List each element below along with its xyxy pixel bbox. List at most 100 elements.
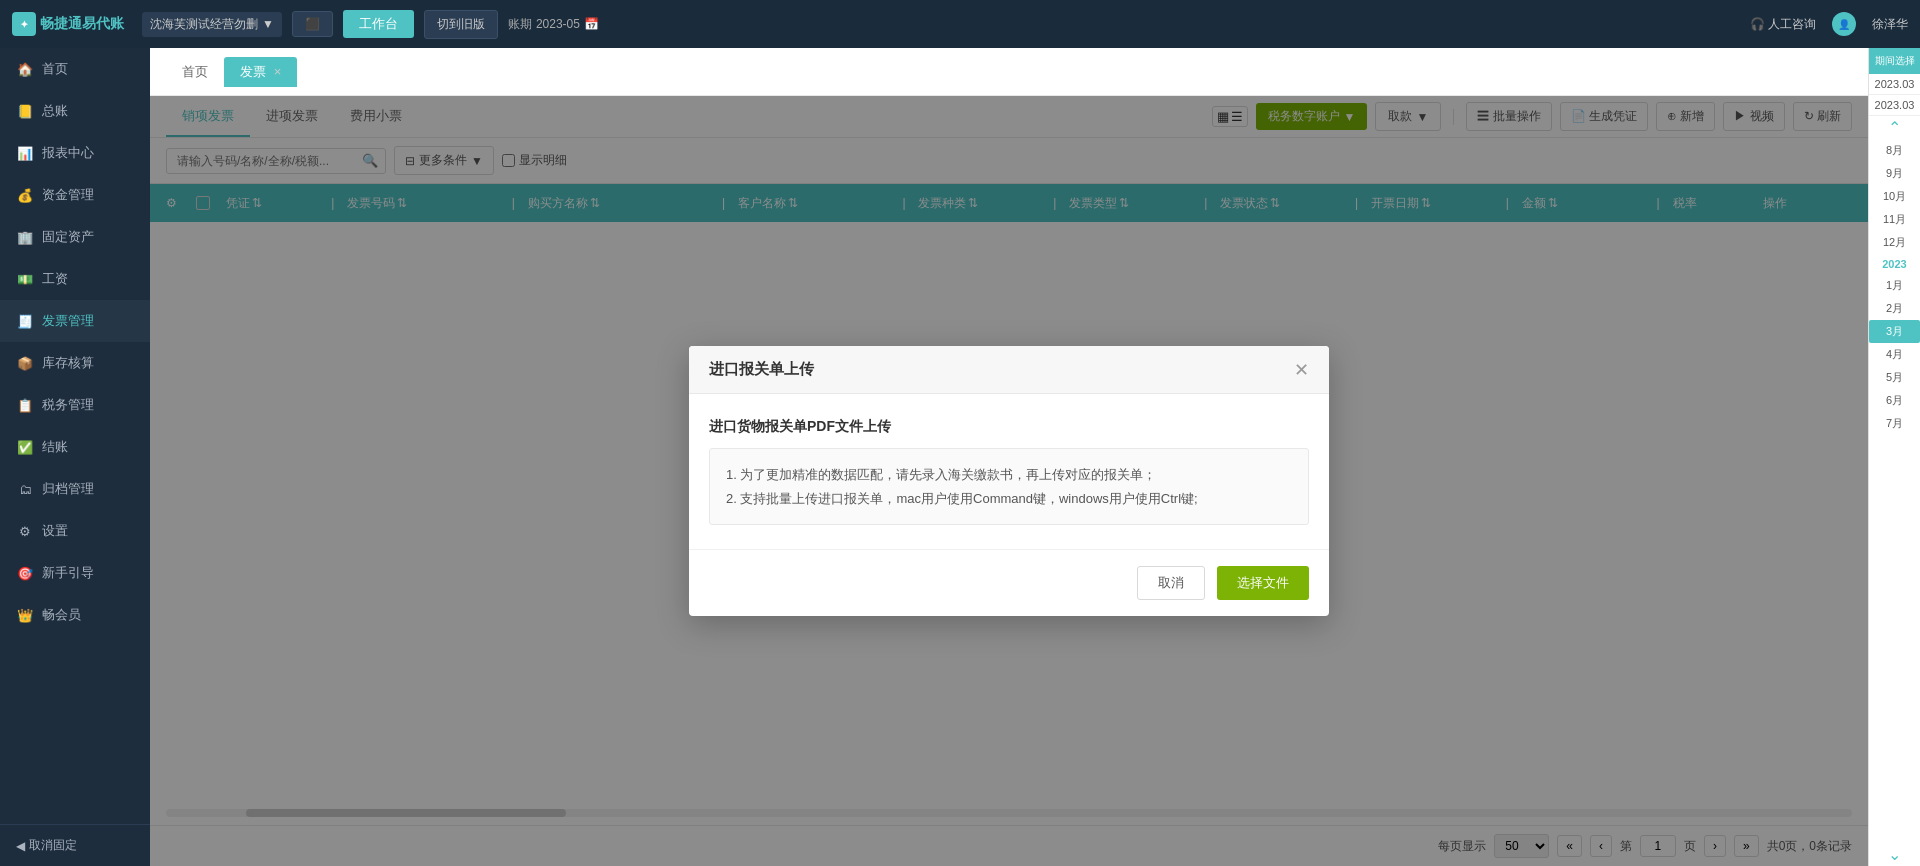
sidebar-item-inventory[interactable]: 📦 库存核算 (0, 342, 150, 384)
sidebar-item-ledger[interactable]: 📒 总账 (0, 90, 150, 132)
sidebar-label-home: 首页 (42, 60, 68, 78)
sidebar-label-assets: 固定资产 (42, 228, 94, 246)
invoice-icon: 🧾 (16, 312, 34, 330)
period-2023-03-top[interactable]: 2023.03 (1869, 74, 1920, 95)
ledger-icon: 📒 (16, 102, 34, 120)
content-header: 首页 发票 × (150, 48, 1868, 96)
month-4[interactable]: 4月 (1869, 343, 1920, 366)
sidebar-item-home[interactable]: 🏠 首页 (0, 48, 150, 90)
year-2023[interactable]: 2023 (1869, 254, 1920, 274)
assets-icon: 🏢 (16, 228, 34, 246)
sidebar-item-guide[interactable]: 🎯 新手引导 (0, 552, 150, 594)
sidebar-item-settings[interactable]: ⚙ 设置 (0, 510, 150, 552)
sidebar-label-member: 畅会员 (42, 606, 81, 624)
import-customs-modal: 进口报关单上传 ✕ 进口货物报关单PDF文件上传 1. 为了更加精准的数据匹配，… (689, 346, 1329, 616)
payroll-icon: 💵 (16, 270, 34, 288)
modal-info-item-1: 1. 为了更加精准的数据匹配，请先录入海关缴款书，再上传对应的报关单； (726, 463, 1292, 486)
modal-close-button[interactable]: ✕ (1294, 361, 1309, 379)
month-3-active[interactable]: 3月 (1869, 320, 1920, 343)
app-name: 畅捷通易代账 (40, 15, 124, 33)
top-bar: ✦ 畅捷通易代账 沈海芙测试经营勿删 ▼ ⬛ 工作台 切到旧版 账期 2023-… (0, 0, 1920, 48)
sidebar-label-payroll: 工资 (42, 270, 68, 288)
tab-invoice-close[interactable]: × (274, 64, 282, 79)
month-1[interactable]: 1月 (1869, 274, 1920, 297)
member-icon: 👑 (16, 606, 34, 624)
sidebar-item-closing[interactable]: ✅ 结账 (0, 426, 150, 468)
sidebar-label-funds: 资金管理 (42, 186, 94, 204)
guide-icon: 🎯 (16, 564, 34, 582)
month-6[interactable]: 6月 (1869, 389, 1920, 412)
calendar-icon[interactable]: 📅 (584, 17, 599, 31)
period-2023-03-bottom[interactable]: 2023.03 (1869, 95, 1920, 116)
sidebar-item-archive[interactable]: 🗂 归档管理 (0, 468, 150, 510)
home-icon: 🏠 (16, 60, 34, 78)
modal-body: 进口货物报关单PDF文件上传 1. 为了更加精准的数据匹配，请先录入海关缴款书，… (689, 394, 1329, 549)
headset-icon: 🎧 (1750, 17, 1765, 31)
sidebar-label-tax: 税务管理 (42, 396, 94, 414)
period-info: 账期 2023-05 📅 (508, 16, 599, 33)
content-main: 销项发票 进项发票 费用小票 ▦ ☰ (150, 96, 1868, 866)
sidebar-label-invoice: 发票管理 (42, 312, 94, 330)
logo-icon: ✦ (12, 12, 36, 36)
month-7[interactable]: 7月 (1869, 412, 1920, 435)
modal-footer: 取消 选择文件 (689, 549, 1329, 616)
modal-header: 进口报关单上传 ✕ (689, 346, 1329, 394)
tab-home[interactable]: 首页 (166, 57, 224, 87)
closing-icon: ✅ (16, 438, 34, 456)
pin-icon: ◀ (16, 839, 25, 853)
month-9[interactable]: 9月 (1869, 162, 1920, 185)
sidebar-label-inventory: 库存核算 (42, 354, 94, 372)
chevron-down-icon: ▼ (262, 17, 274, 31)
archive-icon: 🗂 (16, 480, 34, 498)
modal-section-title: 进口货物报关单PDF文件上传 (709, 418, 1309, 436)
cancel-fixed-button[interactable]: ◀ 取消固定 (0, 824, 150, 866)
sidebar-label-reports: 报表中心 (42, 144, 94, 162)
sidebar-item-reports[interactable]: 📊 报表中心 (0, 132, 150, 174)
company-name: 沈海芙测试经营勿删 (150, 16, 258, 33)
inventory-icon: 📦 (16, 354, 34, 372)
sidebar-item-funds[interactable]: 💰 资金管理 (0, 174, 150, 216)
chevron-up-icon: ⌃ (1888, 118, 1901, 137)
modal-title: 进口报关单上传 (709, 360, 814, 379)
scroll-down-arrow[interactable]: ⌄ (1869, 843, 1920, 866)
modal-confirm-button[interactable]: 选择文件 (1217, 566, 1309, 600)
right-panel: 期间选择 2023.03 2023.03 ⌃ 8月 9月 10月 11月 12月… (1868, 48, 1920, 866)
month-11[interactable]: 11月 (1869, 208, 1920, 231)
sidebar-label-settings: 设置 (42, 522, 68, 540)
tax-icon: 📋 (16, 396, 34, 414)
workspace-button[interactable]: 工作台 (343, 10, 414, 38)
sidebar-item-payroll[interactable]: 💵 工资 (0, 258, 150, 300)
switch-version-button[interactable]: 切到旧版 (424, 10, 498, 39)
month-12[interactable]: 12月 (1869, 231, 1920, 254)
scroll-up-arrow[interactable]: ⌃ (1869, 116, 1920, 139)
copy-btn[interactable]: ⬛ (292, 11, 333, 37)
settings-icon: ⚙ (16, 522, 34, 540)
company-selector[interactable]: 沈海芙测试经营勿删 ▼ (142, 12, 282, 37)
sidebar-label-ledger: 总账 (42, 102, 68, 120)
tab-invoice[interactable]: 发票 × (224, 57, 297, 87)
month-10[interactable]: 10月 (1869, 185, 1920, 208)
modal-info-item-2: 2. 支持批量上传进口报关单，mac用户使用Command键，windows用户… (726, 487, 1292, 510)
month-list: 8月 9月 10月 11月 12月 2023 1月 2月 3月 4月 5月 6月… (1869, 139, 1920, 843)
sidebar-item-member[interactable]: 👑 畅会员 (0, 594, 150, 636)
sidebar-label-guide: 新手引导 (42, 564, 94, 582)
sidebar-item-tax[interactable]: 📋 税务管理 (0, 384, 150, 426)
reports-icon: 📊 (16, 144, 34, 162)
month-2[interactable]: 2月 (1869, 297, 1920, 320)
sidebar-item-invoice[interactable]: 🧾 发票管理 (0, 300, 150, 342)
period-select-label[interactable]: 期间选择 (1869, 48, 1920, 74)
month-5[interactable]: 5月 (1869, 366, 1920, 389)
username: 徐泽华 (1872, 16, 1908, 33)
sidebar: 🏠 首页 📒 总账 📊 报表中心 💰 资金管理 🏢 固定资产 💵 工资 (0, 48, 150, 866)
modal-cancel-button[interactable]: 取消 (1137, 566, 1205, 600)
month-8[interactable]: 8月 (1869, 139, 1920, 162)
app-logo: ✦ 畅捷通易代账 (12, 12, 124, 36)
user-avatar: 👤 (1832, 12, 1856, 36)
modal-info-box: 1. 为了更加精准的数据匹配，请先录入海关缴款书，再上传对应的报关单； 2. 支… (709, 448, 1309, 525)
funds-icon: 💰 (16, 186, 34, 204)
sidebar-label-archive: 归档管理 (42, 480, 94, 498)
support-link[interactable]: 🎧 人工咨询 (1750, 16, 1816, 33)
top-right: 🎧 人工咨询 👤 徐泽华 (1750, 12, 1908, 36)
modal-overlay: 进口报关单上传 ✕ 进口货物报关单PDF文件上传 1. 为了更加精准的数据匹配，… (150, 96, 1868, 866)
sidebar-item-assets[interactable]: 🏢 固定资产 (0, 216, 150, 258)
